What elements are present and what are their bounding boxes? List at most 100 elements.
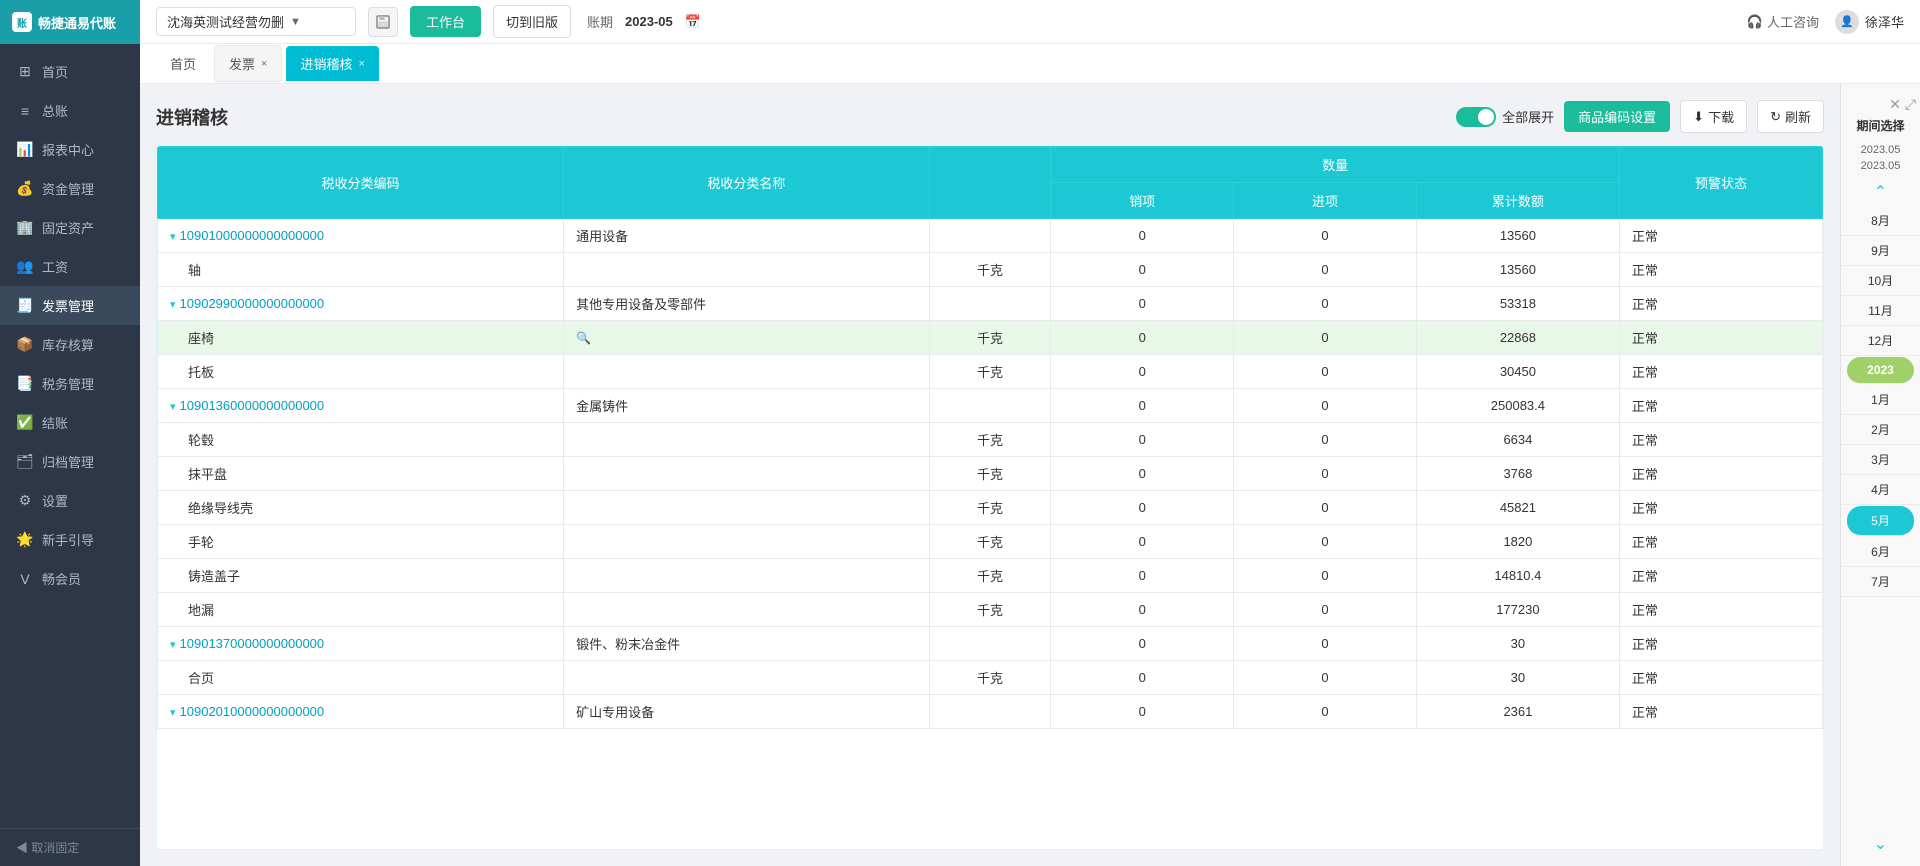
right-panel: ✕ ⤢ 期间选择 2023.05 2023.05 ⌃ 8月9月10月11月12月… (1840, 84, 1920, 866)
cell-unit: 千克 (929, 321, 1051, 355)
panel-close-button[interactable]: ✕ (1889, 96, 1901, 113)
sidebar-item-archive[interactable]: 🗂 归档管理 (0, 442, 140, 481)
expand-icon[interactable]: ▾ (170, 231, 176, 243)
guide-icon: 🌟 (16, 531, 34, 548)
expand-icon[interactable]: ▾ (170, 639, 176, 651)
expand-icon[interactable]: ▾ (170, 401, 176, 413)
company-chevron-icon: ▼ (290, 16, 301, 28)
period-up-button[interactable]: ⌃ (1841, 178, 1920, 206)
cell-status: 正常 (1619, 525, 1822, 559)
table-row: ▾10902990000000000000 其他专用设备及零部件 0 0 533… (158, 287, 1823, 321)
period-item[interactable]: 3月 (1841, 445, 1920, 475)
sidebar-item-fixed-assets[interactable]: 🏢 固定资产 (0, 208, 140, 247)
cell-purchase: 0 (1234, 321, 1417, 355)
sidebar-item-vip[interactable]: V 畅会员 (0, 559, 140, 598)
tab-home[interactable]: 首页 (156, 46, 210, 81)
cell-total: 3768 (1416, 457, 1619, 491)
sidebar-footer-unpin[interactable]: ◀ 取消固定 (0, 828, 140, 866)
period-item[interactable]: 2023 (1847, 357, 1914, 384)
period-item[interactable]: 9月 (1841, 236, 1920, 266)
search-icon[interactable]: 🔍 (576, 331, 591, 345)
cell-code: 合页 (158, 661, 564, 695)
tab-invoice-close[interactable]: × (261, 58, 267, 70)
cell-purchase: 0 (1234, 627, 1417, 661)
top-header: 沈海英测试经营勿删 ▼ 工作台 切到旧版 账期 2023-05 📅 🎧 人工咨询… (140, 0, 1920, 44)
product-code-setting-button[interactable]: 商品编码设置 (1564, 101, 1670, 132)
panel-expand-button[interactable]: ⤢ (1905, 96, 1916, 113)
cell-purchase: 0 (1234, 695, 1417, 729)
cell-purchase: 0 (1234, 457, 1417, 491)
period-item[interactable]: 8月 (1841, 206, 1920, 236)
table-row: 铸造盖子 千克 0 0 14810.4 正常 (158, 559, 1823, 593)
sidebar-item-label: 固定资产 (42, 218, 94, 237)
refresh-button[interactable]: ↻ 刷新 (1757, 100, 1824, 133)
cell-total: 13560 (1416, 219, 1619, 253)
tab-reconcile-close[interactable]: × (358, 58, 364, 70)
cell-purchase: 0 (1234, 661, 1417, 695)
table-row: 绝缘导线壳 千克 0 0 45821 正常 (158, 491, 1823, 525)
period-item[interactable]: 7月 (1841, 567, 1920, 597)
save-button[interactable] (368, 7, 398, 37)
sidebar-item-home[interactable]: ⊞ 首页 (0, 52, 140, 91)
expand-toggle[interactable] (1456, 107, 1496, 127)
settings-icon: ⚙ (16, 492, 34, 509)
cell-unit: 千克 (929, 491, 1051, 525)
workbench-button[interactable]: 工作台 (410, 6, 481, 37)
period-item[interactable]: 12月 (1841, 326, 1920, 356)
cell-total: 45821 (1416, 491, 1619, 525)
cell-unit (929, 287, 1051, 321)
table-row: 座椅 🔍 千克 0 0 22868 正常 (158, 321, 1823, 355)
expand-icon[interactable]: ▾ (170, 707, 176, 719)
cell-status: 正常 (1619, 593, 1822, 627)
table-row: 托板 千克 0 0 30450 正常 (158, 355, 1823, 389)
period-item[interactable]: 5月 (1847, 506, 1914, 536)
support-button[interactable]: 🎧 人工咨询 (1747, 12, 1819, 31)
th-unit (929, 147, 1051, 219)
cell-total: 14810.4 (1416, 559, 1619, 593)
cell-status: 正常 (1619, 627, 1822, 661)
cell-sales: 0 (1051, 355, 1234, 389)
cell-code: ▾10901000000000000000 (158, 219, 564, 253)
tab-invoice[interactable]: 发票 × (214, 45, 282, 82)
sidebar-item-tax[interactable]: 📑 税务管理 (0, 364, 140, 403)
sidebar-item-invoice[interactable]: 🧾 发票管理 (0, 286, 140, 325)
user-info: 👤 徐泽华 (1835, 10, 1904, 34)
table-row: ▾10901000000000000000 通用设备 0 0 13560 正常 (158, 219, 1823, 253)
sidebar-item-ledger[interactable]: ≡ 总账 (0, 91, 140, 130)
expand-icon[interactable]: ▾ (170, 299, 176, 311)
cell-sales: 0 (1051, 593, 1234, 627)
calendar-icon[interactable]: 📅 (685, 14, 701, 30)
table-row: 合页 千克 0 0 30 正常 (158, 661, 1823, 695)
cell-purchase: 0 (1234, 287, 1417, 321)
save-icon (376, 15, 390, 29)
cell-status: 正常 (1619, 661, 1822, 695)
sidebar-item-label: 畅会员 (42, 569, 81, 588)
cell-sales: 0 (1051, 321, 1234, 355)
sidebar-item-guide[interactable]: 🌟 新手引导 (0, 520, 140, 559)
period-item[interactable]: 1月 (1841, 385, 1920, 415)
download-button[interactable]: ⬇ 下载 (1680, 100, 1747, 133)
sidebar-item-report[interactable]: 📊 报表中心 (0, 130, 140, 169)
period-item[interactable]: 2月 (1841, 415, 1920, 445)
period-item[interactable]: 4月 (1841, 475, 1920, 505)
switch-version-button[interactable]: 切到旧版 (493, 5, 571, 38)
cell-purchase: 0 (1234, 253, 1417, 287)
cell-code: 托板 (158, 355, 564, 389)
sidebar-item-payroll[interactable]: 👥 工资 (0, 247, 140, 286)
sidebar-nav: ⊞ 首页 ≡ 总账 📊 报表中心 💰 资金管理 🏢 固定资产 👥 工资 🧾 发票… (0, 44, 140, 828)
sidebar-item-settle[interactable]: ✅ 结账 (0, 403, 140, 442)
period-down-button[interactable]: ⌄ (1841, 830, 1920, 858)
table-row: ▾10901360000000000000 金属铸件 0 0 250083.4 … (158, 389, 1823, 423)
period-item[interactable]: 6月 (1841, 537, 1920, 567)
company-selector[interactable]: 沈海英测试经营勿删 ▼ (156, 7, 356, 36)
cell-total: 53318 (1416, 287, 1619, 321)
cell-name: 金属铸件 (564, 389, 929, 423)
sidebar-item-fund[interactable]: 💰 资金管理 (0, 169, 140, 208)
period-item[interactable]: 11月 (1841, 296, 1920, 326)
sidebar-item-settings[interactable]: ⚙ 设置 (0, 481, 140, 520)
sidebar-item-inventory[interactable]: 📦 库存核算 (0, 325, 140, 364)
cell-total: 30450 (1416, 355, 1619, 389)
th-quantity: 数量 (1051, 147, 1620, 183)
period-item[interactable]: 10月 (1841, 266, 1920, 296)
tab-reconcile[interactable]: 进销稽核 × (286, 46, 378, 81)
